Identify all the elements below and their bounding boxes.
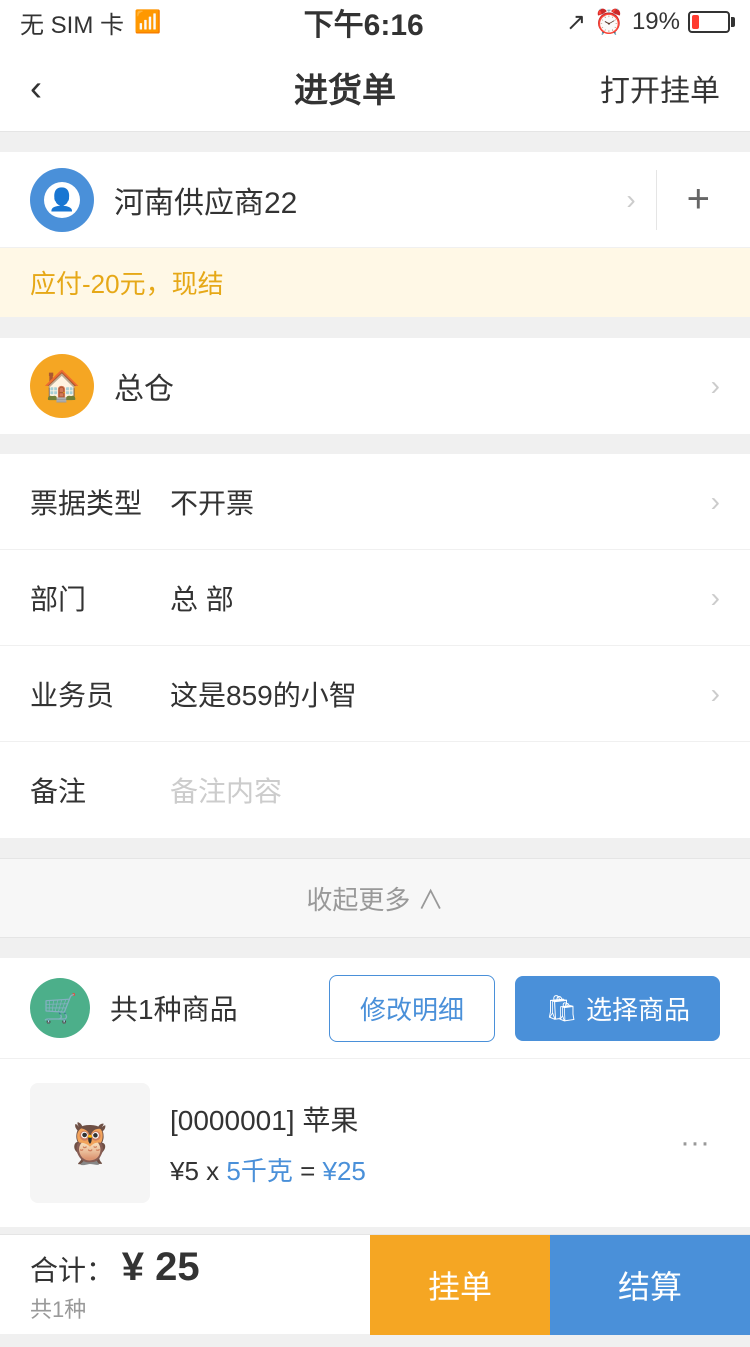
status-bar-right: ↗ ⏰ 19% [566,8,730,37]
divider [656,170,657,230]
dept-chevron-icon: › [711,582,720,614]
product-count: 共1种商品 [110,988,309,1028]
supplier-name: 河南供应商22 [114,178,626,222]
collapse-toggle[interactable]: 收起更多 ∧ [0,858,750,938]
invoice-value: 不开票 [170,482,711,522]
product-price: ¥5 x 5千克 = ¥25 [170,1151,650,1188]
settle-button[interactable]: 结算 [550,1235,750,1335]
product-more-button[interactable]: ··· [670,1116,720,1170]
alert-banner: 应付-20元，现结 [0,248,750,318]
nav-bar: ‹ 进货单 打开挂单 [0,44,750,132]
invoice-chevron-icon: › [711,486,720,518]
quantity: 5千克 [226,1156,292,1186]
total-label: 合计： [30,1255,114,1286]
product-code: [0000001] [170,1105,295,1136]
salesman-value: 这是859的小智 [170,674,711,714]
remark-input[interactable]: 备注内容 [170,770,720,810]
back-button[interactable]: ‹ [30,67,90,109]
collapse-label: 收起更多 ∧ [306,880,443,917]
product-item: 🦉 [0000001] 苹果 ¥5 x 5千克 = ¥25 ··· [0,1058,750,1227]
warehouse-icon: 🏠 [30,354,94,418]
hang-order-button[interactable]: 挂单 [370,1235,550,1335]
wifi-icon: 📶 [134,9,161,35]
select-product-button[interactable]: 🛍 选择商品 [515,976,720,1041]
status-bar: 无 SIM 卡 📶 下午6:16 ↗ ⏰ 19% [0,0,750,44]
footer-total: 合计： ¥ 25 共1种 [0,1245,370,1324]
open-pending-button[interactable]: 打开挂单 [600,66,720,110]
salesman-chevron-icon: › [711,678,720,710]
select-product-label: 选择商品 [586,990,690,1027]
total-sub: 共1种 [30,1292,340,1324]
battery-label: 19% [632,8,680,36]
avatar: 👤 [30,168,94,232]
remark-row[interactable]: 备注 备注内容 [0,742,750,838]
location-icon: ↗ [566,8,586,37]
dept-value: 总 部 [170,578,711,618]
price-separator: x [206,1156,226,1186]
footer-bar: 合计： ¥ 25 共1种 挂单 结算 [0,1234,750,1334]
salesman-row[interactable]: 业务员 这是859的小智 › [0,646,750,742]
supplier-row[interactable]: 👤 河南供应商22 › + [0,152,750,248]
product-header: 🛒 共1种商品 修改明细 🛍 选择商品 [0,958,750,1058]
battery-fill [692,15,699,29]
product-info: [0000001] 苹果 ¥5 x 5千克 = ¥25 [170,1099,650,1188]
spacer-1 [0,132,750,152]
status-bar-time: 下午6:16 [304,0,424,44]
product-total: ¥25 [323,1156,366,1186]
warehouse-name: 总仓 [114,364,711,408]
edit-detail-button[interactable]: 修改明细 [329,975,495,1042]
product-icon: 🛒 [30,978,90,1038]
invoice-row[interactable]: 票据类型 不开票 › [0,454,750,550]
salesman-label: 业务员 [30,674,170,714]
status-bar-left: 无 SIM 卡 📶 [20,5,161,40]
supplier-chevron-icon: › [626,184,635,216]
form-section: 票据类型 不开票 › 部门 总 部 › 业务员 这是859的小智 › 备注 备注… [0,454,750,838]
select-product-icon: 🛍 [545,993,578,1024]
equals-sign: = [300,1156,322,1186]
alert-text: 应付-20元，现结 [30,269,224,299]
warehouse-section: 🏠 总仓 › [0,338,750,434]
page-title: 进货单 [294,63,396,112]
warehouse-chevron-icon: › [711,370,720,402]
footer-total-row: 合计： ¥ 25 [30,1245,340,1290]
remark-label: 备注 [30,770,170,810]
invoice-label: 票据类型 [30,482,170,522]
add-supplier-button[interactable]: + [677,177,720,222]
dept-label: 部门 [30,578,170,618]
total-amount: ¥ 25 [122,1245,200,1289]
dept-row[interactable]: 部门 总 部 › [0,550,750,646]
battery-icon [688,11,730,33]
carrier-label: 无 SIM 卡 [20,5,124,40]
product-thumb-icon: 🦉 [65,1120,115,1167]
product-title: 苹果 [302,1105,358,1136]
product-name: [0000001] 苹果 [170,1099,650,1139]
unit-price: ¥5 [170,1156,199,1186]
supplier-section: 👤 河南供应商22 › + 应付-20元，现结 [0,152,750,318]
product-thumbnail: 🦉 [30,1083,150,1203]
avatar-icon: 👤 [44,182,80,218]
alarm-icon: ⏰ [594,8,624,37]
warehouse-row[interactable]: 🏠 总仓 › [0,338,750,434]
